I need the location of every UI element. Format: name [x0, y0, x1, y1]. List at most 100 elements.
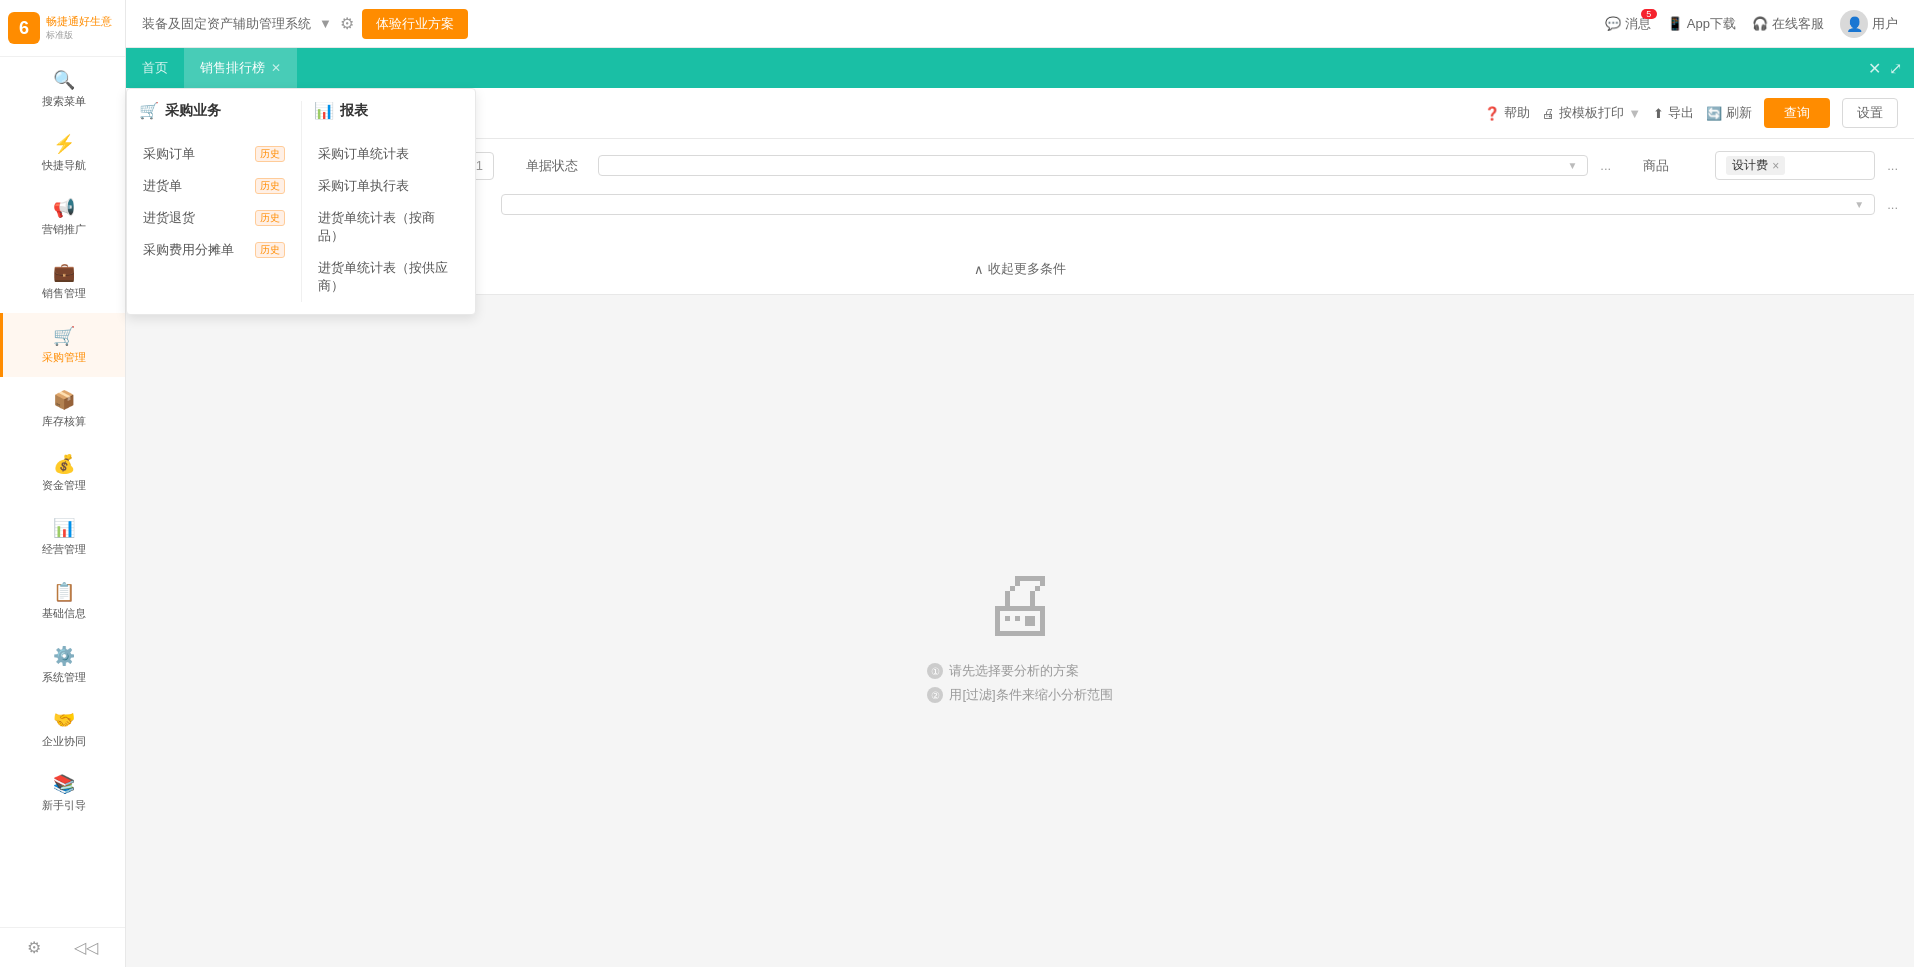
- basic-icon: 📋: [53, 581, 75, 603]
- management-icon: 📊: [53, 517, 75, 539]
- purchase-col-title: 采购业务: [165, 102, 221, 120]
- top-bar: 装备及固定资产辅助管理系统 ▼ ⚙ 体验行业方案 💬 消息 5 📱 App下载 …: [126, 0, 1914, 48]
- top-bar-actions: 💬 消息 5 📱 App下载 🎧 在线客服 👤 用户: [1605, 10, 1898, 38]
- search-nav-icon: 🔍: [53, 69, 75, 91]
- sidebar-item-label: 企业协同: [42, 734, 86, 749]
- tab-bar: 首页 销售排行榜 ✕ ✕ ⤢: [126, 48, 1914, 88]
- history-badge: 历史: [255, 178, 285, 194]
- close-window-icon[interactable]: ✕: [1868, 59, 1881, 78]
- headset-icon: 🎧: [1752, 16, 1768, 31]
- dropdown-item-goods-return[interactable]: 进货退货 历史: [139, 202, 289, 234]
- sales-icon: 💼: [53, 261, 75, 283]
- step-1-icon: ①: [927, 663, 943, 679]
- report-col-icon: 📊: [314, 101, 334, 120]
- print-template-btn[interactable]: 🖨 按模板打印 ▼: [1542, 104, 1641, 122]
- collapse-sidebar-icon[interactable]: ◁◁: [74, 938, 98, 957]
- dropdown-item-purchase-order[interactable]: 采购订单 历史: [139, 138, 289, 170]
- notification-btn[interactable]: 💬 消息 5: [1605, 15, 1651, 33]
- goods-picker[interactable]: 设计费 ×: [1715, 151, 1875, 180]
- sidebar-item-label: 采购管理: [42, 350, 86, 365]
- sidebar-item-inventory[interactable]: 📦 库存核算: [0, 377, 125, 441]
- report-col-header: 📊 报表: [314, 101, 464, 128]
- dropdown-item-goods-receive[interactable]: 进货单 历史: [139, 170, 289, 202]
- settings-footer-icon[interactable]: ⚙: [27, 938, 41, 957]
- sidebar-item-quicknav[interactable]: ⚡ 快捷导航: [0, 121, 125, 185]
- export-icon: ⬆: [1653, 106, 1664, 121]
- sidebar-item-basic[interactable]: 📋 基础信息: [0, 569, 125, 633]
- sidebar-item-sales[interactable]: 💼 销售管理: [0, 249, 125, 313]
- sidebar-item-newguide[interactable]: 📚 新手引导: [0, 761, 125, 825]
- cooperation-icon: 🤝: [53, 709, 75, 731]
- top-bar-title: 装备及固定资产辅助管理系统 ▼ ⚙ 体验行业方案: [142, 9, 1605, 39]
- online-service-btn[interactable]: 🎧 在线客服: [1752, 15, 1824, 33]
- sidebar-item-purchase[interactable]: 🛒 采购管理: [0, 313, 125, 377]
- hint-1-text: 请先选择要分析的方案: [949, 662, 1079, 680]
- tab-home[interactable]: 首页: [126, 48, 184, 88]
- gear-icon[interactable]: ⚙: [340, 14, 354, 33]
- goods-tag-close[interactable]: ×: [1772, 159, 1779, 173]
- dropdown-item-purchase-order-stat[interactable]: 采购订单统计表: [314, 138, 464, 170]
- dropdown-item-goods-stat-by-goods[interactable]: 进货单统计表（按商品）: [314, 202, 464, 252]
- logo-text-line1: 畅捷通好生意: [46, 14, 112, 28]
- help-icon: ❓: [1484, 106, 1500, 121]
- history-badge: 历史: [255, 146, 285, 162]
- sidebar-nav: 🔍 搜索菜单 ⚡ 快捷导航 📢 营销推广 💼 销售管理 🛒 采购管理 📦: [0, 57, 125, 927]
- query-btn[interactable]: 查询: [1764, 98, 1830, 128]
- salesman-dots[interactable]: ...: [1887, 197, 1898, 212]
- sidebar-item-label: 基础信息: [42, 606, 86, 621]
- empty-state: 🖨 ① 请先选择要分析的方案 ② 用[过滤]条件来缩小分析范围: [126, 295, 1914, 967]
- tab-sales-ranking[interactable]: 销售排行榜 ✕: [184, 48, 297, 88]
- print-label: 按模板打印: [1559, 104, 1624, 122]
- refresh-label: 刷新: [1726, 104, 1752, 122]
- dropdown-divider: [301, 101, 302, 302]
- dropdown-arrow-icon[interactable]: ▼: [319, 16, 332, 31]
- sidebar-item-label: 新手引导: [42, 798, 86, 813]
- newguide-icon: 📚: [53, 773, 75, 795]
- sidebar-item-marketing[interactable]: 📢 营销推广: [0, 185, 125, 249]
- sidebar-item-management[interactable]: 📊 经营管理: [0, 505, 125, 569]
- refresh-icon: 🔄: [1706, 106, 1722, 121]
- tab-sales-ranking-label: 销售排行榜: [200, 59, 265, 77]
- user-btn[interactable]: 👤 用户: [1840, 10, 1898, 38]
- status-arrow-icon: ▼: [1567, 160, 1577, 171]
- tab-close-icon[interactable]: ✕: [271, 61, 281, 75]
- sidebar-item-finance[interactable]: 💰 资金管理: [0, 441, 125, 505]
- sidebar-item-label: 快捷导航: [42, 158, 86, 173]
- purchase-col: 🛒 采购业务 采购订单 历史 进货单 历史 进货退货 历史: [139, 101, 289, 302]
- salesman-select[interactable]: ▼: [501, 194, 1875, 215]
- user-label: 用户: [1872, 15, 1898, 33]
- sidebar-item-search[interactable]: 🔍 搜索菜单: [0, 57, 125, 121]
- sidebar-item-cooperation[interactable]: 🤝 企业协同: [0, 697, 125, 761]
- sidebar-footer: ⚙ ◁◁: [0, 927, 125, 967]
- purchase-dropdown-menu: 🛒 采购业务 采购订单 历史 进货单 历史 进货退货 历史: [126, 88, 476, 315]
- sidebar-item-label: 库存核算: [42, 414, 86, 429]
- system-name: 装备及固定资产辅助管理系统: [142, 15, 311, 33]
- history-badge: 历史: [255, 210, 285, 226]
- logo-text-line2: 标准版: [46, 29, 112, 42]
- dropdown-item-purchase-order-exec[interactable]: 采购订单执行表: [314, 170, 464, 202]
- help-btn[interactable]: ❓ 帮助: [1484, 104, 1530, 122]
- dropdown-item-goods-stat-by-supplier[interactable]: 进货单统计表（按供应商）: [314, 252, 464, 302]
- status-select[interactable]: ▼: [598, 155, 1588, 176]
- app-download-btn[interactable]: 📱 App下载: [1667, 15, 1736, 33]
- report-col-title: 报表: [340, 102, 368, 120]
- industry-btn[interactable]: 体验行业方案: [362, 9, 468, 39]
- main-content: 装备及固定资产辅助管理系统 ▼ ⚙ 体验行业方案 💬 消息 5 📱 App下载 …: [126, 0, 1914, 967]
- inventory-icon: 📦: [53, 389, 75, 411]
- goods-tag: 设计费 ×: [1726, 156, 1785, 175]
- app-download-label: App下载: [1687, 15, 1736, 33]
- empty-hint-1: ① 请先选择要分析的方案: [927, 662, 1079, 680]
- export-btn[interactable]: ⬆ 导出: [1653, 104, 1694, 122]
- tab-window-controls: ✕ ⤢: [1856, 59, 1914, 78]
- phone-icon: 📱: [1667, 16, 1683, 31]
- logo: 6 畅捷通好生意 标准版: [0, 0, 125, 57]
- maximize-window-icon[interactable]: ⤢: [1889, 59, 1902, 78]
- collapse-btn[interactable]: ∧ 收起更多条件: [970, 256, 1070, 282]
- dropdown-item-cost-split[interactable]: 采购费用分摊单 历史: [139, 234, 289, 266]
- logo-icon: 6: [8, 12, 40, 44]
- sidebar-item-system[interactable]: ⚙️ 系统管理: [0, 633, 125, 697]
- setting-btn[interactable]: 设置: [1842, 98, 1898, 128]
- goods-dots[interactable]: ...: [1887, 158, 1898, 173]
- status-dots[interactable]: ...: [1600, 158, 1611, 173]
- refresh-btn[interactable]: 🔄 刷新: [1706, 104, 1752, 122]
